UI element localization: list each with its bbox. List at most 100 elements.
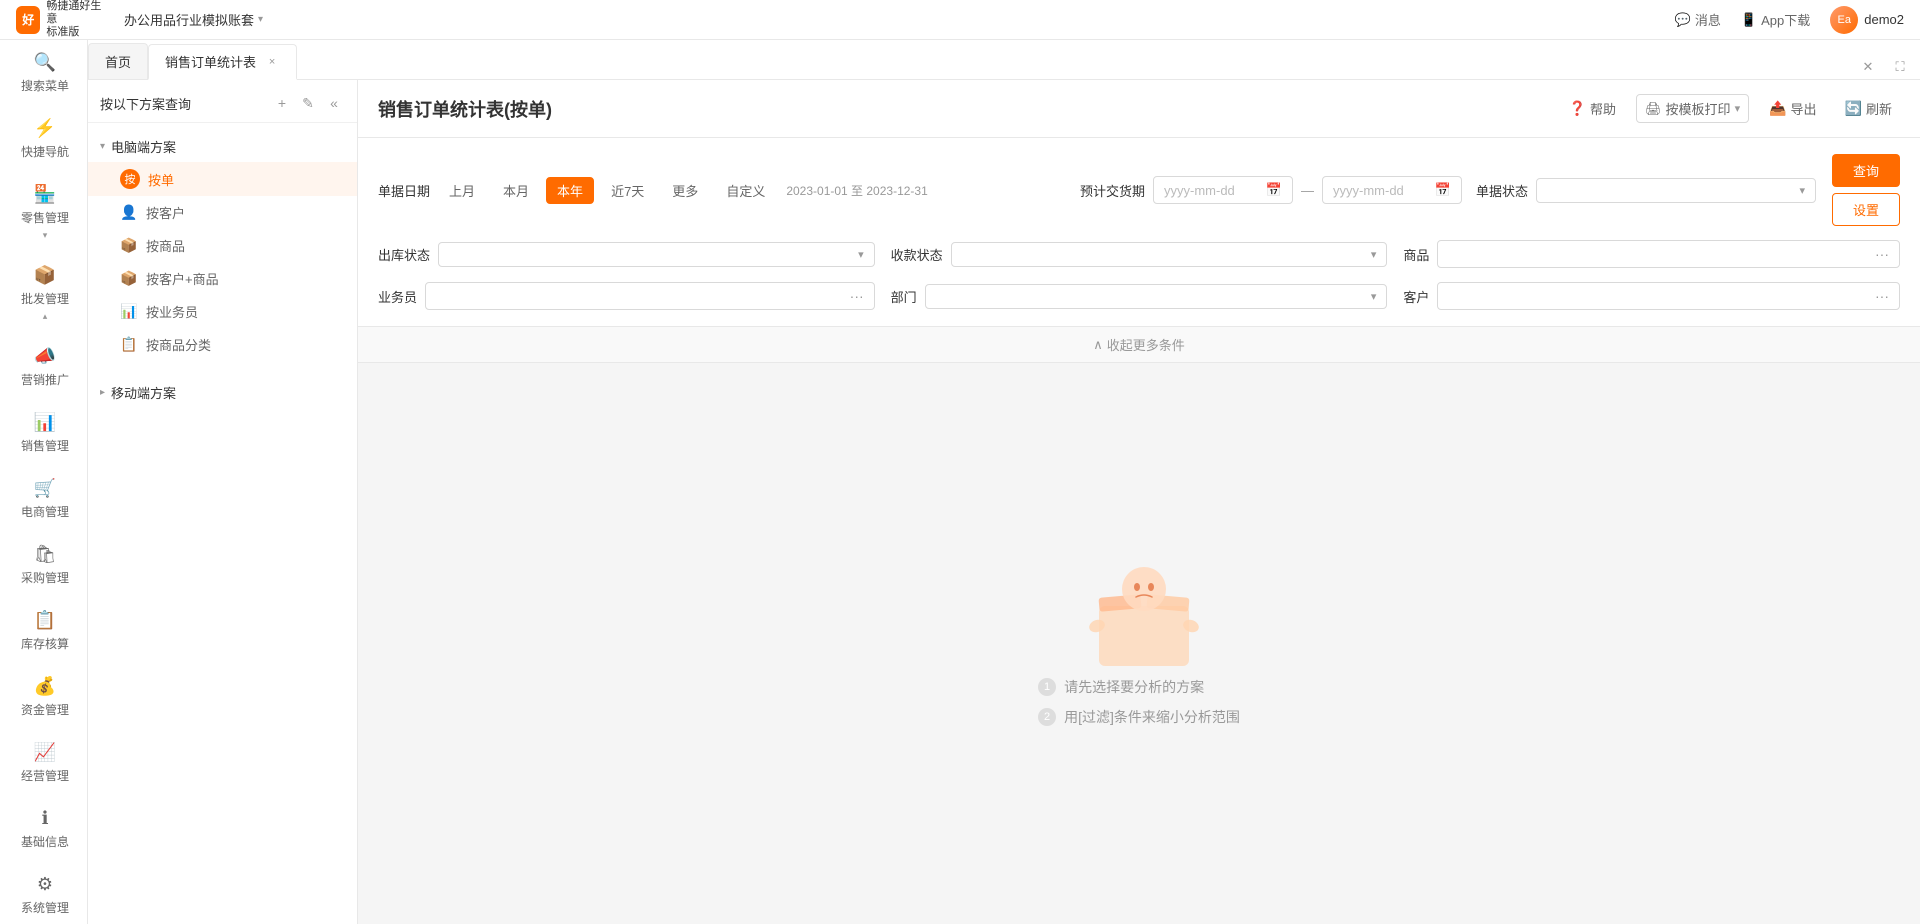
payment-status-select[interactable]: ▾ — [951, 242, 1388, 267]
collapse-bar[interactable]: ∧ 收起更多条件 — [358, 326, 1920, 362]
customer-group: 客户 ··· — [1403, 282, 1900, 310]
desktop-group-title[interactable]: ▾ 电脑端方案 — [88, 131, 357, 162]
help-button[interactable]: ❓ 帮助 — [1561, 95, 1624, 122]
salesperson-scheme-icon: 📊 — [120, 303, 138, 320]
calendar-start-icon: 📅 — [1266, 182, 1282, 198]
scheme-item-by-category[interactable]: 📋 按商品分类 — [88, 328, 357, 361]
export-icon: 📤 — [1769, 100, 1786, 117]
mobile-expand-icon: ▸ — [100, 387, 105, 398]
delivery-status-select[interactable]: ▾ — [438, 242, 875, 267]
sidebar-item-finance[interactable]: 💰 资金管理 — [0, 664, 87, 730]
page-content: 按以下方案查询 + ✎ « — [88, 80, 1920, 924]
finance-icon: 💰 — [34, 676, 56, 697]
refresh-icon: 🔄 — [1845, 100, 1862, 117]
department-label: 部门 — [891, 287, 917, 306]
sidebar-item-ecommerce[interactable]: 🛒 电商管理 — [0, 466, 87, 532]
filter-section: 单据日期 上月 本月 本年 近7天 更多 自定义 2023-01-01 至 20… — [358, 138, 1920, 363]
page-title: 销售订单统计表(按单) — [378, 96, 552, 122]
calendar-end-icon: 📅 — [1435, 182, 1451, 198]
sidebar-item-search[interactable]: 🔍 搜索菜单 — [0, 40, 87, 106]
sidebar-item-system[interactable]: ⚙ 系统管理 — [0, 862, 87, 924]
customer-dots: ··· — [1875, 288, 1889, 304]
product-select[interactable]: ··· — [1437, 240, 1900, 268]
sidebar-item-wholesale[interactable]: 📦 批发管理 ▴ — [0, 253, 87, 334]
user-area[interactable]: Ea demo2 — [1830, 6, 1904, 34]
sidebar-item-purchase[interactable]: 🛍 采购管理 — [0, 532, 87, 598]
filter-action-buttons: 查询 设置 — [1832, 154, 1900, 226]
print-button[interactable]: 🖨 按模板打印 ▾ — [1636, 94, 1749, 123]
settings-button[interactable]: 设置 — [1832, 193, 1900, 226]
user-avatar: Ea — [1830, 6, 1858, 34]
ecommerce-icon: 🛒 — [34, 478, 56, 499]
product-group: 商品 ··· — [1403, 240, 1900, 268]
add-scheme-button[interactable]: + — [271, 92, 293, 114]
plus-icon: + — [278, 95, 286, 111]
cust-prod-scheme-icon: 📦 — [120, 270, 138, 287]
more-date-btn[interactable]: 更多 — [661, 177, 709, 204]
close-tab-icon: ✕ — [1863, 59, 1874, 75]
scheme-item-by-order[interactable]: 按 按单 — [88, 162, 357, 196]
export-button[interactable]: 📤 导出 — [1761, 95, 1824, 122]
logo-area: 好 畅捷通好生意 标准版 — [16, 0, 104, 39]
last-month-btn[interactable]: 上月 — [438, 177, 486, 204]
expected-date-end[interactable]: yyyy-mm-dd 📅 — [1322, 176, 1462, 204]
filter-row-3: 业务员 ··· 部门 ▾ — [378, 282, 1900, 310]
payment-arrow-icon: ▾ — [1371, 248, 1377, 261]
message-icon: 💬 — [1675, 12, 1691, 28]
close-tab-action[interactable]: ✕ — [1856, 55, 1880, 79]
product-dots: ··· — [1875, 246, 1889, 262]
sidebar-item-quicknav[interactable]: ⚡ 快捷导航 — [0, 106, 87, 172]
refresh-button[interactable]: 🔄 刷新 — [1837, 95, 1900, 122]
customer-select[interactable]: ··· — [1437, 282, 1900, 310]
collapse-panel-button[interactable]: « — [323, 92, 345, 114]
cur-year-btn[interactable]: 本年 — [546, 177, 594, 204]
sidebar-item-operations[interactable]: 📈 经营管理 — [0, 730, 87, 796]
scheme-item-by-customer-product[interactable]: 📦 按客户+商品 — [88, 262, 357, 295]
empty-text: 1 请先选择要分析的方案 2 用[过滤]条件来缩小分析范围 — [1038, 677, 1240, 727]
customer-scheme-icon: 👤 — [120, 204, 138, 221]
page-title-row: 销售订单统计表(按单) ❓ 帮助 🖨 按模板打印 ▾ — [378, 94, 1900, 123]
system-icon: ⚙ — [37, 874, 53, 895]
order-status-select[interactable]: ▾ — [1536, 178, 1816, 203]
message-button[interactable]: 💬 消息 — [1675, 10, 1721, 29]
app-download-button[interactable]: 📱 App下载 — [1741, 10, 1810, 29]
cur-month-btn[interactable]: 本月 — [492, 177, 540, 204]
scheme-item-by-salesperson[interactable]: 📊 按业务员 — [88, 295, 357, 328]
tab-bar-actions: ✕ ⛶ — [1848, 55, 1920, 79]
sidebar-item-marketing[interactable]: 📣 营销推广 — [0, 334, 87, 400]
sidebar-item-basic-info[interactable]: ℹ 基础信息 — [0, 796, 87, 862]
search-button[interactable]: 查询 — [1832, 154, 1900, 187]
7days-btn[interactable]: 近7天 — [600, 177, 655, 204]
scheme-item-by-customer[interactable]: 👤 按客户 — [88, 196, 357, 229]
mobile-group-title[interactable]: ▸ 移动端方案 — [88, 377, 357, 408]
filter-row-1: 单据日期 上月 本月 本年 近7天 更多 自定义 2023-01-01 至 20… — [378, 154, 1900, 226]
left-panel: 按以下方案查询 + ✎ « — [88, 80, 358, 924]
order-status-group: 单据状态 ▾ — [1476, 178, 1816, 203]
edit-scheme-button[interactable]: ✎ — [297, 92, 319, 114]
filter-row-2: 出库状态 ▾ 收款状态 ▾ — [378, 240, 1900, 268]
inventory-icon: 📋 — [34, 610, 56, 631]
fullscreen-action[interactable]: ⛶ — [1888, 55, 1912, 79]
collapse-label: 收起更多条件 — [1107, 335, 1185, 354]
expected-date-group: 预计交货期 yyyy-mm-dd 📅 — yyyy-mm-dd 📅 — [1080, 176, 1460, 204]
scheme-badge: 按 — [120, 169, 140, 189]
salesperson-select[interactable]: ··· — [425, 282, 875, 310]
custom-date-btn[interactable]: 自定义 — [715, 177, 776, 204]
tab-home[interactable]: 首页 — [88, 43, 148, 79]
scheme-item-by-product[interactable]: 📦 按商品 — [88, 229, 357, 262]
print-icon: 🖨 — [1645, 101, 1662, 117]
sidebar-item-inventory[interactable]: 📋 库存核算 — [0, 598, 87, 664]
expected-date-start[interactable]: yyyy-mm-dd 📅 — [1153, 176, 1293, 204]
quicknav-icon: ⚡ — [34, 118, 56, 139]
workspace-selector[interactable]: 办公用品行业模拟账套 ▾ — [116, 6, 271, 33]
sidebar-item-sales[interactable]: 📊 销售管理 — [0, 400, 87, 466]
department-select[interactable]: ▾ — [925, 284, 1388, 309]
salesperson-dots: ··· — [850, 288, 864, 304]
tab-sales-stats[interactable]: 销售订单统计表 × — [148, 44, 297, 80]
sidebar-item-retail[interactable]: 🏪 零售管理 ▾ — [0, 172, 87, 253]
desktop-scheme-group: ▾ 电脑端方案 按 按单 👤 按客户 📦 按商品 — [88, 123, 357, 369]
marketing-icon: 📣 — [34, 346, 56, 367]
expected-date-label: 预计交货期 — [1080, 181, 1145, 200]
tab-close-button[interactable]: × — [264, 54, 280, 70]
delivery-status-label: 出库状态 — [378, 245, 430, 264]
